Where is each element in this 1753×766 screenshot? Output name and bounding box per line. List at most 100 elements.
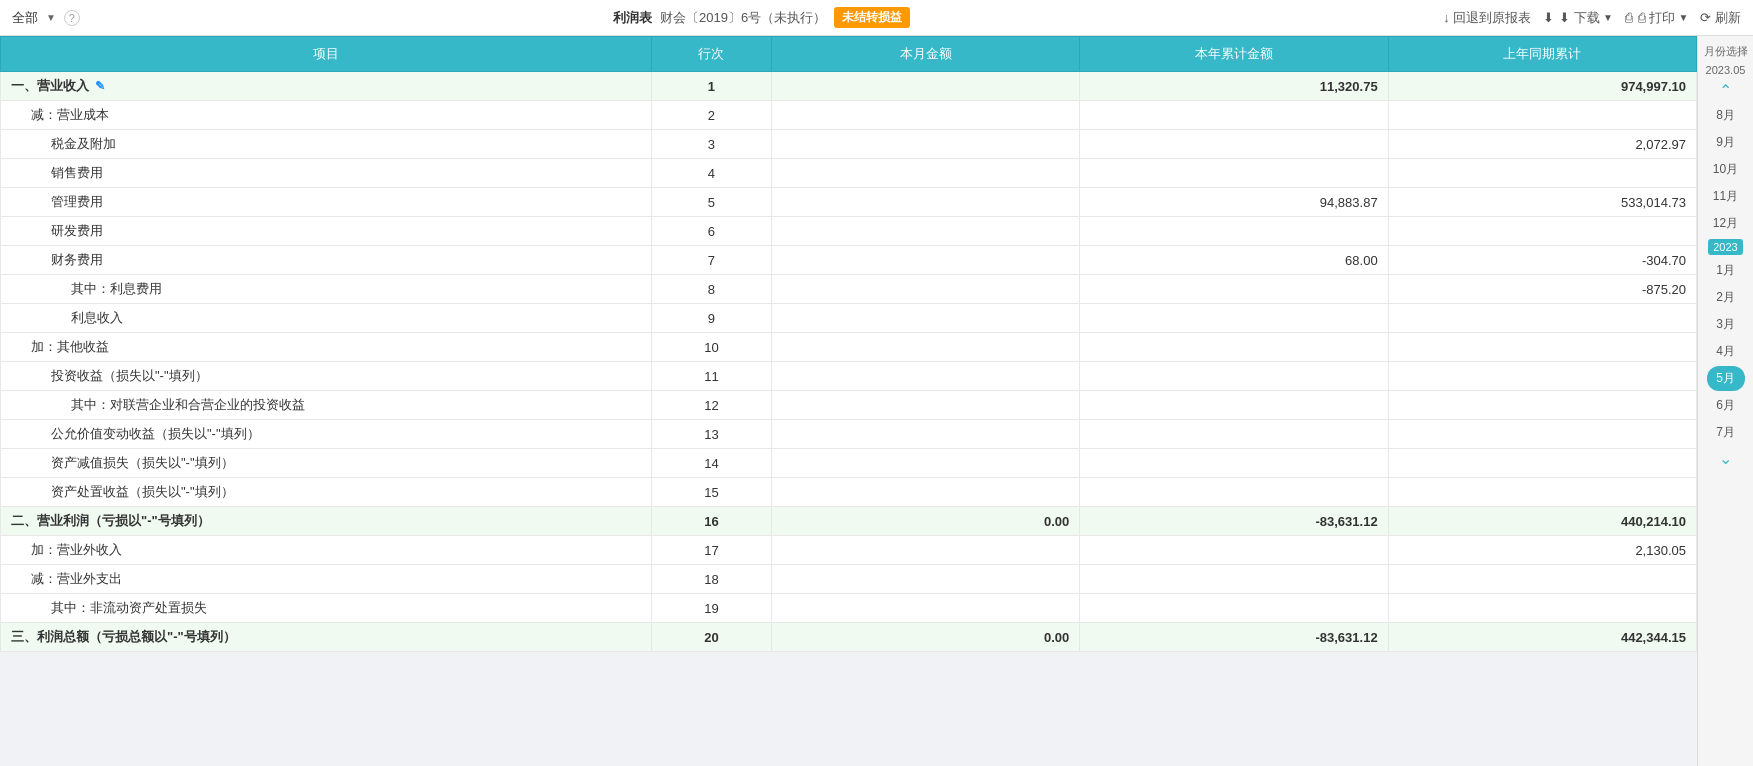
right-sidebar: 月份选择 2023.05 ⌃ 8月 9月 10月 11月 12月 2023 1月… [1697, 36, 1753, 766]
cell-item: 管理费用 [1, 188, 652, 217]
cell-item: 其中：对联营企业和合营企业的投资收益 [1, 391, 652, 420]
report-subtitle: 财会〔2019〕6号（未执行） [660, 9, 826, 27]
sidebar-month-2[interactable]: 2月 [1707, 285, 1745, 310]
header-prev: 上年同期累计 [1388, 37, 1696, 72]
cell-month [771, 275, 1079, 304]
cell-row-num: 19 [652, 594, 772, 623]
sidebar-month-5[interactable]: 5月 [1707, 366, 1745, 391]
top-bar-right: ↓ 回退到原报表 ⬇ ⬇ 下载 ▼ ⎙ ⎙ 打印 ▼ ⟳ 刷新 [1443, 9, 1741, 27]
cell-month [771, 159, 1079, 188]
cell-item: 一、营业收入✎ [1, 72, 652, 101]
cell-month [771, 449, 1079, 478]
table-row: 二、营业利润（亏损以"-"号填列）160.00-83,631.12440,214… [1, 507, 1697, 536]
cell-month [771, 362, 1079, 391]
cell-year: -83,631.12 [1080, 507, 1388, 536]
cell-prev [1388, 217, 1696, 246]
sidebar-month-12[interactable]: 12月 [1707, 211, 1745, 236]
cell-prev [1388, 594, 1696, 623]
table-row: 税金及附加3 2,072.97 [1, 130, 1697, 159]
download-btn[interactable]: ⬇ ⬇ 下载 ▼ [1543, 9, 1613, 27]
cell-item: 加：其他收益 [1, 333, 652, 362]
cell-row-num[interactable]: 11 [652, 362, 772, 391]
cell-item: 研发费用 [1, 217, 652, 246]
table-row: 研发费用6 [1, 217, 1697, 246]
cell-prev: 440,214.10 [1388, 507, 1696, 536]
sidebar-month-9[interactable]: 9月 [1707, 130, 1745, 155]
sidebar-month-8[interactable]: 8月 [1707, 103, 1745, 128]
cell-month [771, 536, 1079, 565]
cell-item: 销售费用 [1, 159, 652, 188]
back-btn[interactable]: ↓ 回退到原报表 [1443, 9, 1531, 27]
table-row: 一、营业收入✎111,320.75974,997.10 [1, 72, 1697, 101]
table-header-row: 项目 行次 本月金额 本年累计金额 上年同期累计 [1, 37, 1697, 72]
download-icon: ⬇ [1543, 10, 1554, 25]
cell-year [1080, 478, 1388, 507]
cell-item: 税金及附加 [1, 130, 652, 159]
cell-item: 财务费用 [1, 246, 652, 275]
cell-item: 减：营业外支出 [1, 565, 652, 594]
cell-row-num[interactable]: 17 [652, 536, 772, 565]
table-row: 资产减值损失（损失以"-"填列）14 [1, 449, 1697, 478]
sidebar-month-10[interactable]: 10月 [1707, 157, 1745, 182]
sidebar-month-4[interactable]: 4月 [1707, 339, 1745, 364]
sidebar-month-6[interactable]: 6月 [1707, 393, 1745, 418]
table-row: 财务费用768.00-304.70 [1, 246, 1697, 275]
sidebar-down-btn[interactable]: ⌄ [1712, 448, 1740, 468]
cell-year [1080, 420, 1388, 449]
all-label[interactable]: 全部 [12, 9, 38, 27]
cell-row-num[interactable]: 10 [652, 333, 772, 362]
cell-month [771, 565, 1079, 594]
cell-month [771, 72, 1079, 101]
table-row: 加：营业外收入172,130.05 [1, 536, 1697, 565]
sidebar-month-3[interactable]: 3月 [1707, 312, 1745, 337]
header-row: 行次 [652, 37, 772, 72]
help-icon[interactable]: ? [64, 10, 80, 26]
refresh-btn[interactable]: ⟳ 刷新 [1700, 9, 1741, 27]
download-dropdown-icon[interactable]: ▼ [1603, 12, 1613, 23]
cell-prev [1388, 478, 1696, 507]
cell-year [1080, 217, 1388, 246]
cell-year [1080, 275, 1388, 304]
sidebar-month-7[interactable]: 7月 [1707, 420, 1745, 445]
sidebar-up-btn[interactable]: ⌃ [1712, 80, 1740, 100]
cell-prev [1388, 101, 1696, 130]
cell-year [1080, 449, 1388, 478]
print-dropdown-icon[interactable]: ▼ [1678, 12, 1688, 23]
cell-row-num: 15 [652, 478, 772, 507]
cell-prev: -875.20 [1388, 275, 1696, 304]
sidebar-year-badge-2023[interactable]: 2023 [1708, 239, 1742, 255]
report-title: 利润表 [613, 9, 652, 27]
cell-prev [1388, 420, 1696, 449]
cell-prev [1388, 304, 1696, 333]
table-row: 三、利润总额（亏损总额以"-"号填列）200.00-83,631.12442,3… [1, 623, 1697, 652]
header-item: 项目 [1, 37, 652, 72]
cell-row-num: 3 [652, 130, 772, 159]
table-row: 公允价值变动收益（损失以"-"填列）13 [1, 420, 1697, 449]
print-btn[interactable]: ⎙ ⎙ 打印 ▼ [1625, 9, 1689, 27]
cell-year [1080, 362, 1388, 391]
cell-item: 资产处置收益（损失以"-"填列） [1, 478, 652, 507]
cell-month [771, 594, 1079, 623]
table-row: 投资收益（损失以"-"填列）11 [1, 362, 1697, 391]
cell-item: 其中：非流动资产处置损失 [1, 594, 652, 623]
cell-year [1080, 304, 1388, 333]
cell-month [771, 391, 1079, 420]
cell-row-num: 7 [652, 246, 772, 275]
cell-item: 投资收益（损失以"-"填列） [1, 362, 652, 391]
sidebar-month-1[interactable]: 1月 [1707, 258, 1745, 283]
table-row: 减：营业成本2 [1, 101, 1697, 130]
cell-prev [1388, 362, 1696, 391]
cell-prev [1388, 391, 1696, 420]
cell-month [771, 130, 1079, 159]
cell-row-num: 6 [652, 217, 772, 246]
dropdown-icon[interactable]: ▼ [46, 12, 56, 23]
cell-row-num: 18 [652, 565, 772, 594]
edit-icon[interactable]: ✎ [95, 79, 105, 93]
cell-row-num[interactable]: 12 [652, 391, 772, 420]
cell-year: 11,320.75 [1080, 72, 1388, 101]
cell-year [1080, 391, 1388, 420]
unfinished-badge[interactable]: 未结转损益 [834, 7, 910, 28]
report-table: 项目 行次 本月金额 本年累计金额 上年同期累计 一、营业收入✎111,320.… [0, 36, 1697, 652]
sidebar-month-11[interactable]: 11月 [1707, 184, 1745, 209]
cell-prev: 2,072.97 [1388, 130, 1696, 159]
